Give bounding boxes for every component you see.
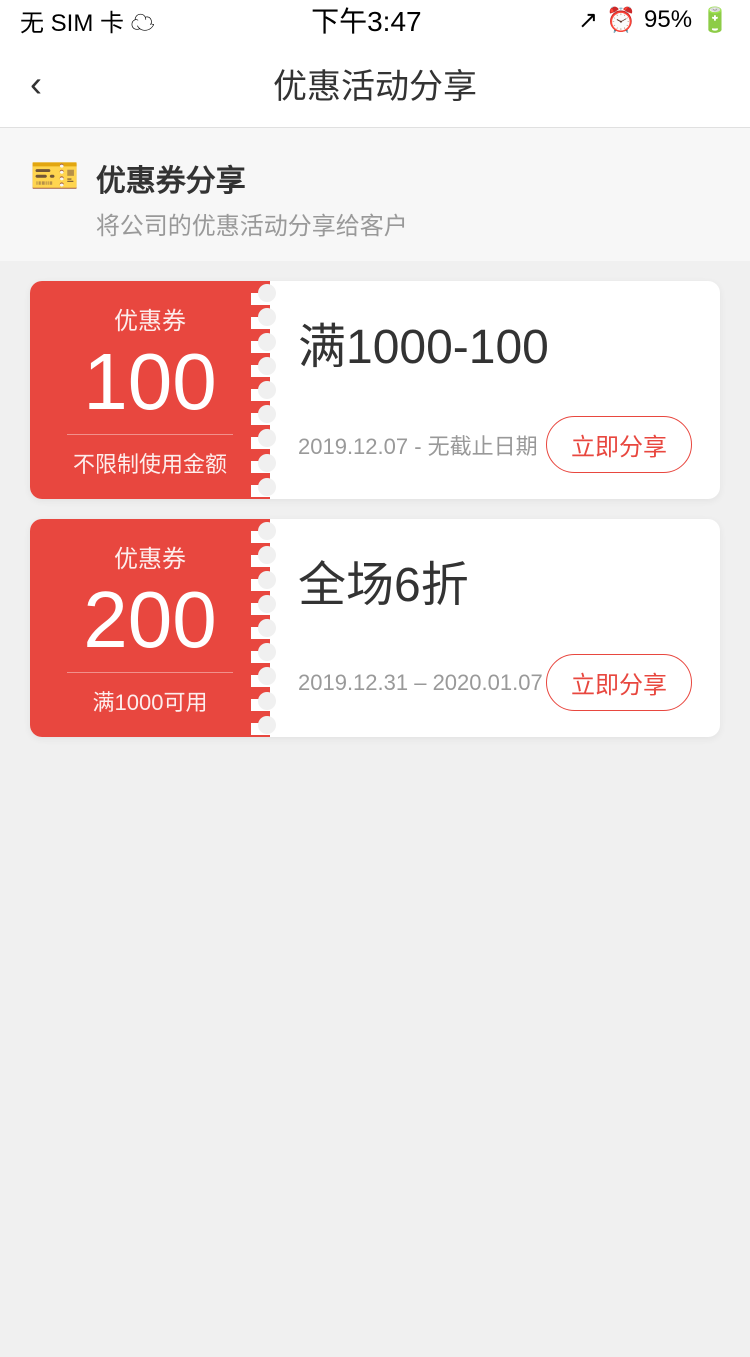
share-button-1[interactable]: 立即分享 [546,416,692,473]
alarm-icon: ⏰ [606,6,636,35]
empty-space [0,777,750,1357]
coupon-amount-2: 200 [83,580,216,660]
coupon-condition-2: 满1000可用 [93,685,208,717]
coupon-name-2: 全场6折 [298,545,692,615]
coupon-divider-1 [67,434,233,435]
coupon-section-icon: 🎫 [30,156,80,196]
coupon-right-2: 全场6折 2019.12.31 – 2020.01.07 立即分享 [270,519,720,737]
coupon-date-1: 2019.12.07 - 无截止日期 [298,429,538,461]
sim-status: 无 SIM 卡 ☁ [20,3,155,38]
page-title: 优惠活动分享 [273,59,477,108]
coupon-zigzag-2 [258,519,282,737]
coupon-left-1: 优惠券 100 不限制使用金额 [30,281,270,499]
coupon-label-1: 优惠券 [114,301,186,336]
coupon-amount-1: 100 [83,342,216,422]
status-left: 无 SIM 卡 ☁ [20,3,155,38]
section-header: 🎫 优惠券分享 将公司的优惠活动分享给客户 [0,128,750,261]
back-button[interactable]: ‹ [30,63,42,105]
section-subtitle: 将公司的优惠活动分享给客户 [96,206,408,241]
coupon-bottom-2: 2019.12.31 – 2020.01.07 立即分享 [298,654,692,711]
status-bar: 无 SIM 卡 ☁ 下午3:47 ↗ ⏰ 95% 🔋 [0,0,750,40]
section-title: 优惠券分享 [96,156,408,200]
coupon-zigzag-1 [258,281,282,499]
coupon-name-1: 满1000-100 [298,307,692,377]
share-button-2[interactable]: 立即分享 [546,654,692,711]
coupon-label-2: 优惠券 [114,539,186,574]
coupon-list: 优惠券 100 不限制使用金额 满1000-100 2019.12.07 - 无… [0,261,750,777]
location-icon: ↗ [578,6,598,35]
status-time: 下午3:47 [311,0,422,40]
coupon-right-1: 满1000-100 2019.12.07 - 无截止日期 立即分享 [270,281,720,499]
nav-bar: ‹ 优惠活动分享 [0,40,750,128]
coupon-date-2: 2019.12.31 – 2020.01.07 [298,670,543,696]
battery-icon: 🔋 [700,6,730,35]
status-right: ↗ ⏰ 95% 🔋 [578,6,730,35]
coupon-left-2: 优惠券 200 满1000可用 [30,519,270,737]
coupon-card-2: 优惠券 200 满1000可用 全场6折 2019.12.31 – 2020.0… [30,519,720,737]
coupon-divider-2 [67,672,233,673]
coupon-card-1: 优惠券 100 不限制使用金额 满1000-100 2019.12.07 - 无… [30,281,720,499]
coupon-condition-1: 不限制使用金额 [73,447,227,479]
coupon-bottom-1: 2019.12.07 - 无截止日期 立即分享 [298,416,692,473]
battery-level: 95% [644,6,692,34]
section-text: 优惠券分享 将公司的优惠活动分享给客户 [96,156,408,241]
